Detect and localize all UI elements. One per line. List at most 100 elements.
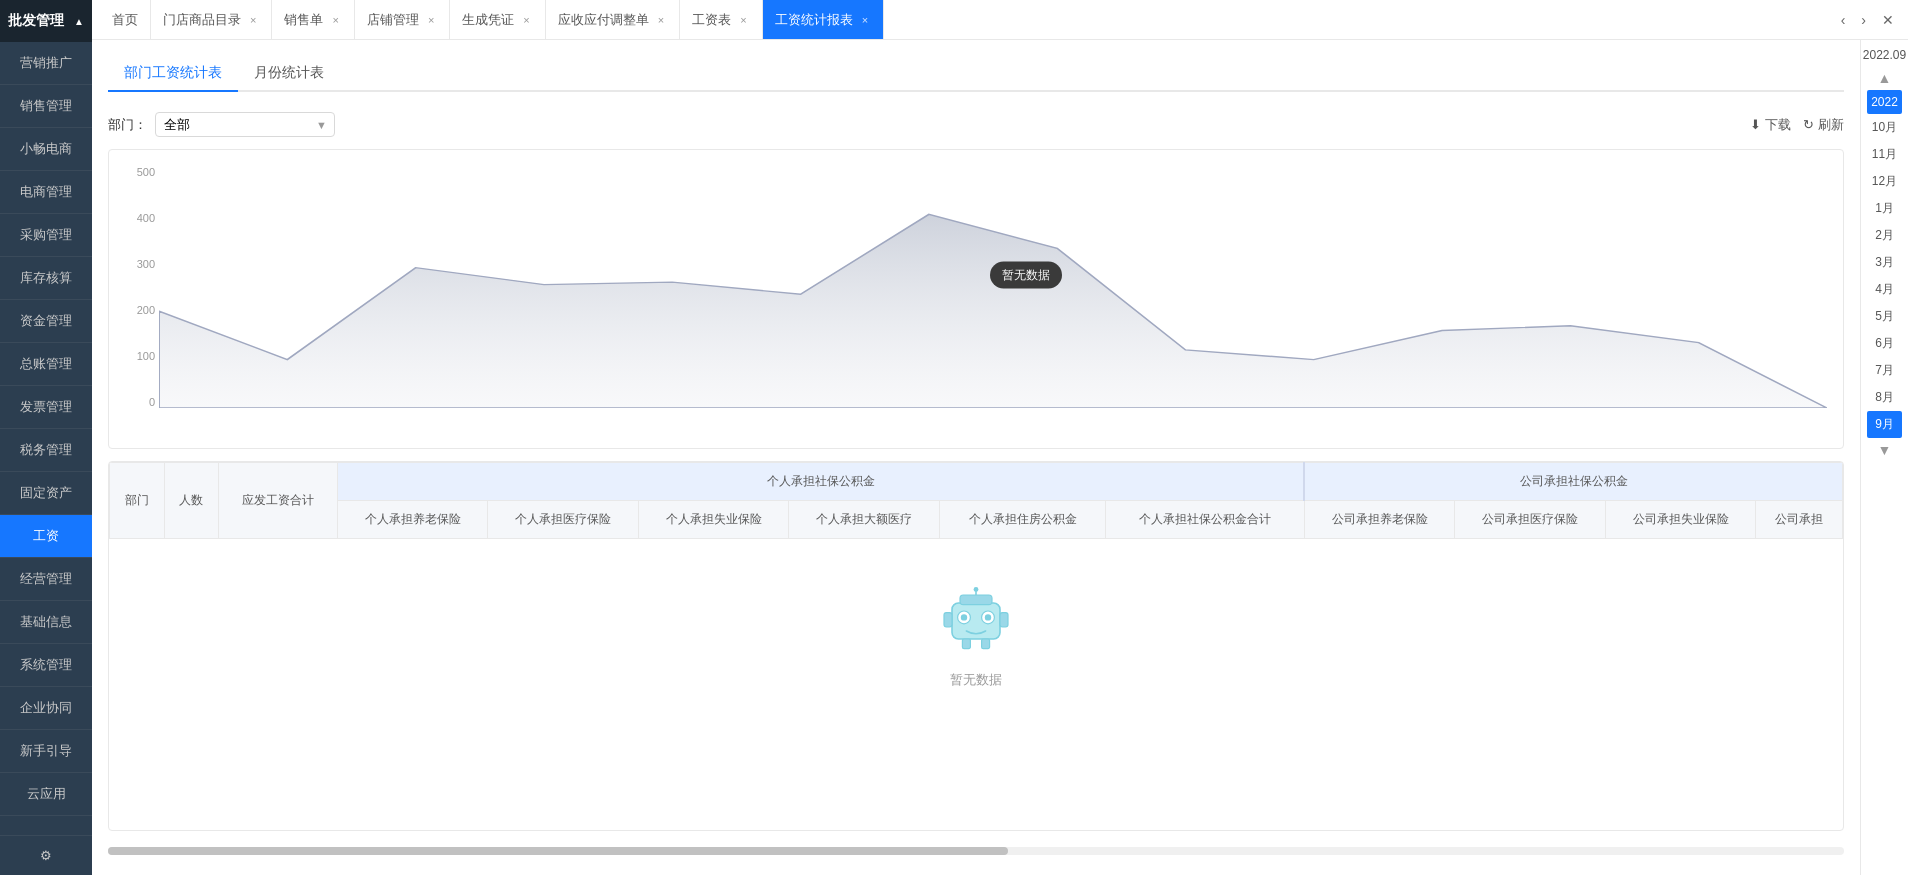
time-down-icon[interactable]: ▼ xyxy=(1874,438,1896,462)
sidebar-item-库存核算[interactable]: 库存核算 xyxy=(0,257,92,300)
table-header-row-2: 个人承担养老保险 个人承担医疗保险 个人承担失业保险 个人承担大额医疗 个人承担… xyxy=(110,501,1843,539)
table-container: 部门 人数 应发工资合计 个人承担社保公积金 公司承担社保公积金 个人承担养老保… xyxy=(108,461,1844,831)
svg-rect-11 xyxy=(982,639,990,649)
tab-门店商品目录[interactable]: 门店商品目录 × xyxy=(151,0,272,39)
tab-close-icon[interactable]: × xyxy=(425,13,437,27)
time-month-9月[interactable]: 9月 xyxy=(1867,411,1902,438)
time-month-3月[interactable]: 3月 xyxy=(1867,249,1902,276)
tab-next-icon[interactable]: › xyxy=(1855,8,1872,32)
tab-应收应付调整单[interactable]: 应收应付调整单× xyxy=(546,0,680,39)
svg-point-3 xyxy=(974,587,979,592)
chart-svg-area: 暂无数据 xyxy=(159,166,1827,408)
chart-y-label: 400 xyxy=(125,212,155,224)
tab-bar-right: ‹ › ✕ xyxy=(1835,8,1900,32)
time-month-7月[interactable]: 7月 xyxy=(1867,357,1902,384)
th-company-more: 公司承担 xyxy=(1756,501,1843,539)
tab-工资统计报表[interactable]: 工资统计报表× xyxy=(763,0,884,39)
time-year-2022[interactable]: 2022 xyxy=(1867,90,1902,114)
dept-filter: 部门： 全部 ▼ xyxy=(108,112,335,137)
table-scrollbar[interactable] xyxy=(108,847,1844,855)
data-table: 部门 人数 应发工资合计 个人承担社保公积金 公司承担社保公积金 个人承担养老保… xyxy=(109,462,1843,729)
sidebar-item-总账管理[interactable]: 总账管理 xyxy=(0,343,92,386)
tab-close-icon[interactable]: × xyxy=(520,13,532,27)
sidebar-item-电商管理[interactable]: 电商管理 xyxy=(0,171,92,214)
chart-y-axis: 5004003002001000 xyxy=(125,166,155,408)
tab-销售单[interactable]: 销售单 × xyxy=(272,0,354,39)
refresh-icon: ↻ xyxy=(1803,117,1814,132)
time-month-12月[interactable]: 12月 xyxy=(1867,168,1902,195)
sidebar: 批发管理 ▲ 营销推广销售管理小畅电商电商管理采购管理库存核算资金管理总账管理发… xyxy=(0,0,92,875)
tab-close-icon[interactable]: × xyxy=(737,13,749,27)
svg-rect-9 xyxy=(1000,613,1008,627)
time-current-display[interactable]: 2022.09 xyxy=(1860,44,1908,66)
sidebar-item-新手引导[interactable]: 新手引导 xyxy=(0,730,92,773)
tab-close-icon[interactable]: × xyxy=(655,13,667,27)
sidebar-item-资金管理[interactable]: 资金管理 xyxy=(0,300,92,343)
sidebar-item-云应用[interactable]: 云应用 xyxy=(0,773,92,816)
chart-container: 5004003002001000 暂无数据 xyxy=(108,149,1844,449)
tab-label: 销售单 xyxy=(284,11,323,29)
sub-tab-部门工资统计表[interactable]: 部门工资统计表 xyxy=(108,56,238,92)
sidebar-settings[interactable]: ⚙ xyxy=(0,835,92,875)
tab-close-icon[interactable]: × xyxy=(329,13,341,27)
tab-工资表[interactable]: 工资表× xyxy=(680,0,762,39)
sidebar-item-基础信息[interactable]: 基础信息 xyxy=(0,601,92,644)
sidebar-item-小畅电商[interactable]: 小畅电商 xyxy=(0,128,92,171)
th-company-medical: 公司承担医疗保险 xyxy=(1455,501,1606,539)
time-up-icon[interactable]: ▲ xyxy=(1874,66,1896,90)
sidebar-item-发票管理[interactable]: 发票管理 xyxy=(0,386,92,429)
sidebar-item-固定资产[interactable]: 固定资产 xyxy=(0,472,92,515)
empty-icon xyxy=(936,579,1016,659)
time-month-10月[interactable]: 10月 xyxy=(1867,114,1902,141)
tab-close-all-icon[interactable]: ✕ xyxy=(1876,8,1900,32)
sidebar-item-企业协同[interactable]: 企业协同 xyxy=(0,687,92,730)
time-panel: 2022.09 ▲ 202210月11月12月1月2月3月4月5月6月7月8月9… xyxy=(1860,40,1908,875)
time-month-4月[interactable]: 4月 xyxy=(1867,276,1902,303)
sidebar-item-采购管理[interactable]: 采购管理 xyxy=(0,214,92,257)
svg-rect-10 xyxy=(962,639,970,649)
tab-label: 店铺管理 xyxy=(367,11,419,29)
svg-rect-1 xyxy=(960,595,992,605)
time-month-1月[interactable]: 1月 xyxy=(1867,195,1902,222)
empty-state: 暂无数据 xyxy=(110,539,1843,729)
refresh-button[interactable]: ↻ 刷新 xyxy=(1803,116,1844,134)
dept-label: 部门： xyxy=(108,116,147,134)
tab-bar: 首页门店商品目录×销售单×店铺管理×生成凭证×应收应付调整单×工资表×工资统计报… xyxy=(92,0,1908,40)
sub-tabs: 部门工资统计表月份统计表 xyxy=(108,56,1844,92)
tab-label: 生成凭证 xyxy=(462,11,514,29)
th-personal-housing: 个人承担住房公积金 xyxy=(939,501,1106,539)
sidebar-item-销售管理[interactable]: 销售管理 xyxy=(0,85,92,128)
time-month-11月[interactable]: 11月 xyxy=(1867,141,1902,168)
tab-close-icon[interactable]: × xyxy=(247,13,259,27)
sub-tab-月份统计表[interactable]: 月份统计表 xyxy=(238,56,340,92)
sidebar-item-系统管理[interactable]: 系统管理 xyxy=(0,644,92,687)
tabs-container: 首页门店商品目录×销售单×店铺管理×生成凭证×应收应付调整单×工资表×工资统计报… xyxy=(100,0,884,39)
chart-y-label: 200 xyxy=(125,304,155,316)
sidebar-item-营销推广[interactable]: 营销推广 xyxy=(0,42,92,85)
download-button[interactable]: ⬇ 下载 xyxy=(1750,116,1791,134)
sidebar-collapse-icon: ▲ xyxy=(74,16,84,27)
table-scrollbar-thumb xyxy=(108,847,1008,855)
tab-生成凭证[interactable]: 生成凭证 × xyxy=(450,0,545,39)
tab-prev-icon[interactable]: ‹ xyxy=(1835,8,1852,32)
tab-首页[interactable]: 首页 xyxy=(100,0,151,39)
time-month-5月[interactable]: 5月 xyxy=(1867,303,1902,330)
download-icon: ⬇ xyxy=(1750,117,1761,132)
sidebar-title: 批发管理 xyxy=(8,12,64,30)
table-header: 部门 人数 应发工资合计 个人承担社保公积金 公司承担社保公积金 个人承担养老保… xyxy=(110,463,1843,539)
sidebar-item-工资[interactable]: 工资 xyxy=(0,515,92,558)
dept-select[interactable]: 全部 xyxy=(155,112,335,137)
tab-close-icon[interactable]: × xyxy=(859,13,871,27)
tab-店铺管理[interactable]: 店铺管理 × xyxy=(355,0,450,39)
tab-label: 门店商品目录 xyxy=(163,11,241,29)
sidebar-item-经营管理[interactable]: 经营管理 xyxy=(0,558,92,601)
time-month-8月[interactable]: 8月 xyxy=(1867,384,1902,411)
table-empty-row: 暂无数据 xyxy=(110,539,1843,730)
time-month-2月[interactable]: 2月 xyxy=(1867,222,1902,249)
chart-y-label: 0 xyxy=(125,396,155,408)
sidebar-item-税务管理[interactable]: 税务管理 xyxy=(0,429,92,472)
time-month-6月[interactable]: 6月 xyxy=(1867,330,1902,357)
sidebar-header[interactable]: 批发管理 ▲ xyxy=(0,0,92,42)
action-buttons: ⬇ 下载 ↻ 刷新 xyxy=(1750,116,1844,134)
settings-icon: ⚙ xyxy=(40,848,52,863)
